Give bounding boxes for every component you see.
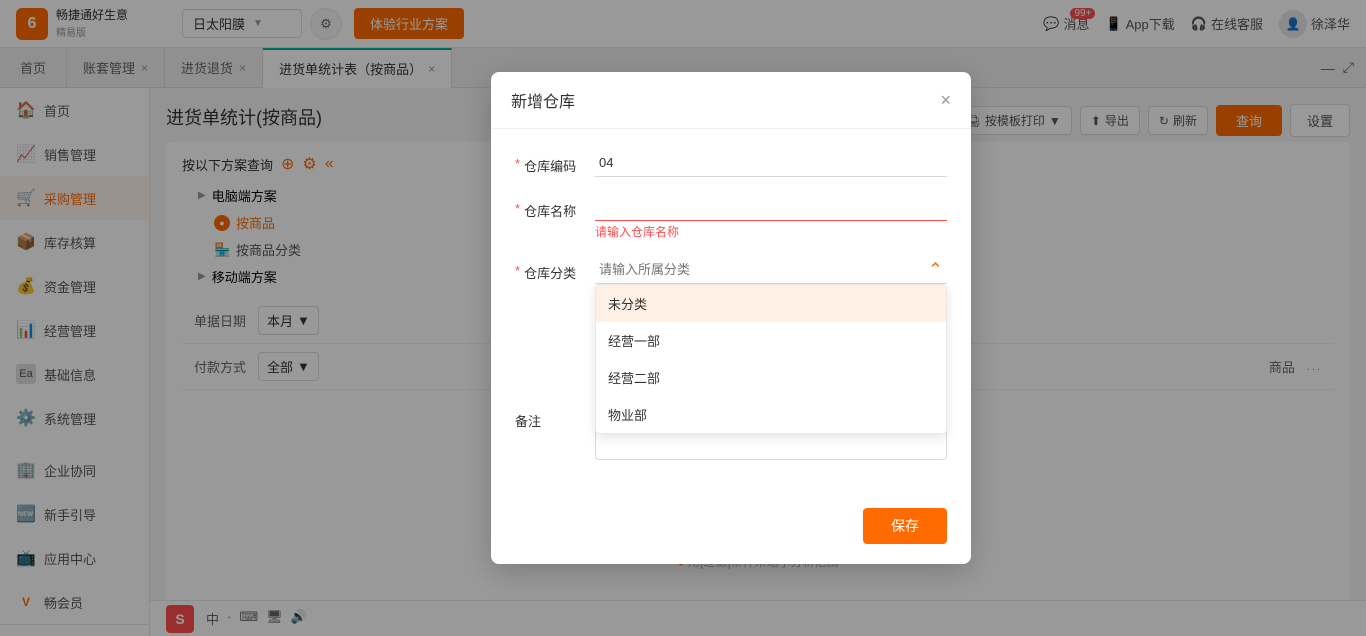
category-label: * 仓库分类 (515, 256, 595, 282)
modal-body: * 仓库编码 * 仓库名称 请输入仓库名称 * 仓库分类 (491, 129, 971, 496)
dropdown-item-dept1[interactable]: 经营一部 (596, 322, 946, 359)
new-warehouse-modal: 新增仓库 × * 仓库编码 * 仓库名称 请输入仓库名称 * (491, 72, 971, 564)
name-error-msg: 请输入仓库名称 (595, 223, 679, 240)
note-label: 备注 (515, 404, 595, 430)
name-input[interactable] (595, 193, 947, 221)
modal-title: 新增仓库 (511, 88, 575, 112)
code-row: * 仓库编码 (515, 149, 947, 177)
category-row: * 仓库分类 ⌃ 未分类 经营一部 经营二部 物业部 (515, 256, 947, 284)
dropdown-item-property[interactable]: 物业部 (596, 396, 946, 433)
code-input[interactable] (595, 149, 947, 177)
category-dropdown: 未分类 经营一部 经营二部 物业部 (595, 284, 947, 434)
category-input[interactable] (595, 256, 947, 284)
dropdown-item-dept2[interactable]: 经营二部 (596, 359, 946, 396)
modal-footer: 保存 (491, 496, 971, 564)
save-button[interactable]: 保存 (863, 508, 947, 544)
name-row: * 仓库名称 请输入仓库名称 (515, 193, 947, 240)
code-label: * 仓库编码 (515, 149, 595, 175)
modal-close-button[interactable]: × (940, 90, 951, 111)
modal-header: 新增仓库 × (491, 72, 971, 129)
category-select-wrap: ⌃ (595, 256, 947, 284)
dropdown-item-unclassified[interactable]: 未分类 (596, 285, 946, 322)
name-label: * 仓库名称 (515, 194, 595, 220)
